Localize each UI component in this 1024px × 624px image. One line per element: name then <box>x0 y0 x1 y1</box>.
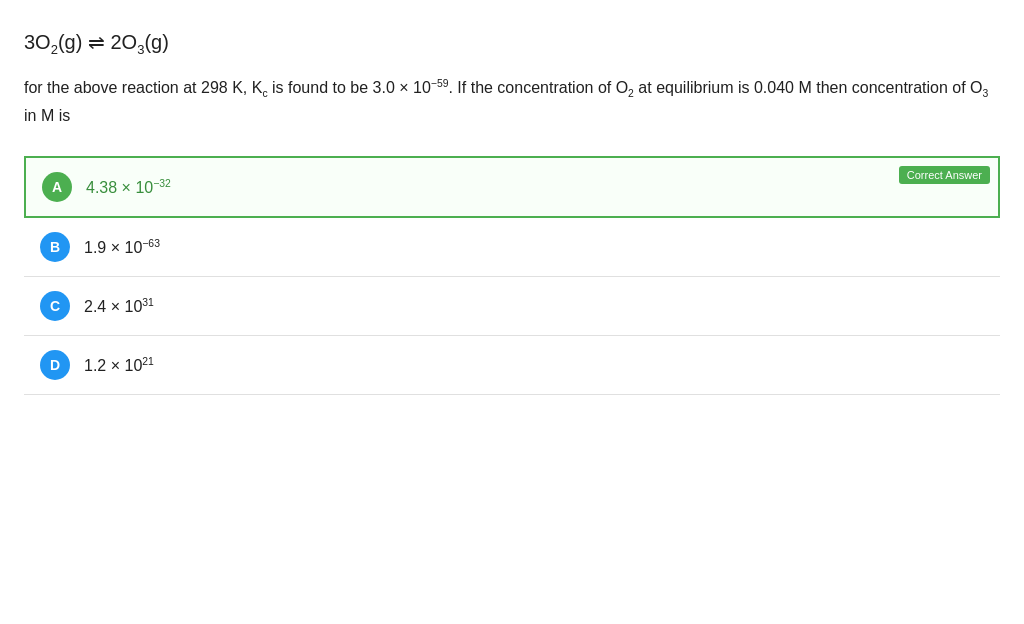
equation: 3O2(g) ⇌ 2O3(g) <box>24 30 1000 57</box>
options-container: A 4.38 × 10−32 Correct Answer B 1.9 × 10… <box>24 156 1000 395</box>
option-d-text: 1.2 × 1021 <box>84 356 154 375</box>
option-b-row[interactable]: B 1.9 × 10−63 <box>24 218 1000 277</box>
option-a-text: 4.38 × 10−32 <box>86 178 171 197</box>
option-d-row[interactable]: D 1.2 × 1021 <box>24 336 1000 395</box>
correct-answer-badge: Correct Answer <box>899 166 990 184</box>
option-b-text: 1.9 × 10−63 <box>84 238 160 257</box>
option-c-row[interactable]: C 2.4 × 1031 <box>24 277 1000 336</box>
question-text: for the above reaction at 298 K, Kc is f… <box>24 75 1000 128</box>
option-c-circle: C <box>40 291 70 321</box>
option-a-row[interactable]: A 4.38 × 10−32 Correct Answer <box>24 156 1000 218</box>
option-d-circle: D <box>40 350 70 380</box>
option-b-circle: B <box>40 232 70 262</box>
option-a-circle: A <box>42 172 72 202</box>
option-c-text: 2.4 × 1031 <box>84 297 154 316</box>
